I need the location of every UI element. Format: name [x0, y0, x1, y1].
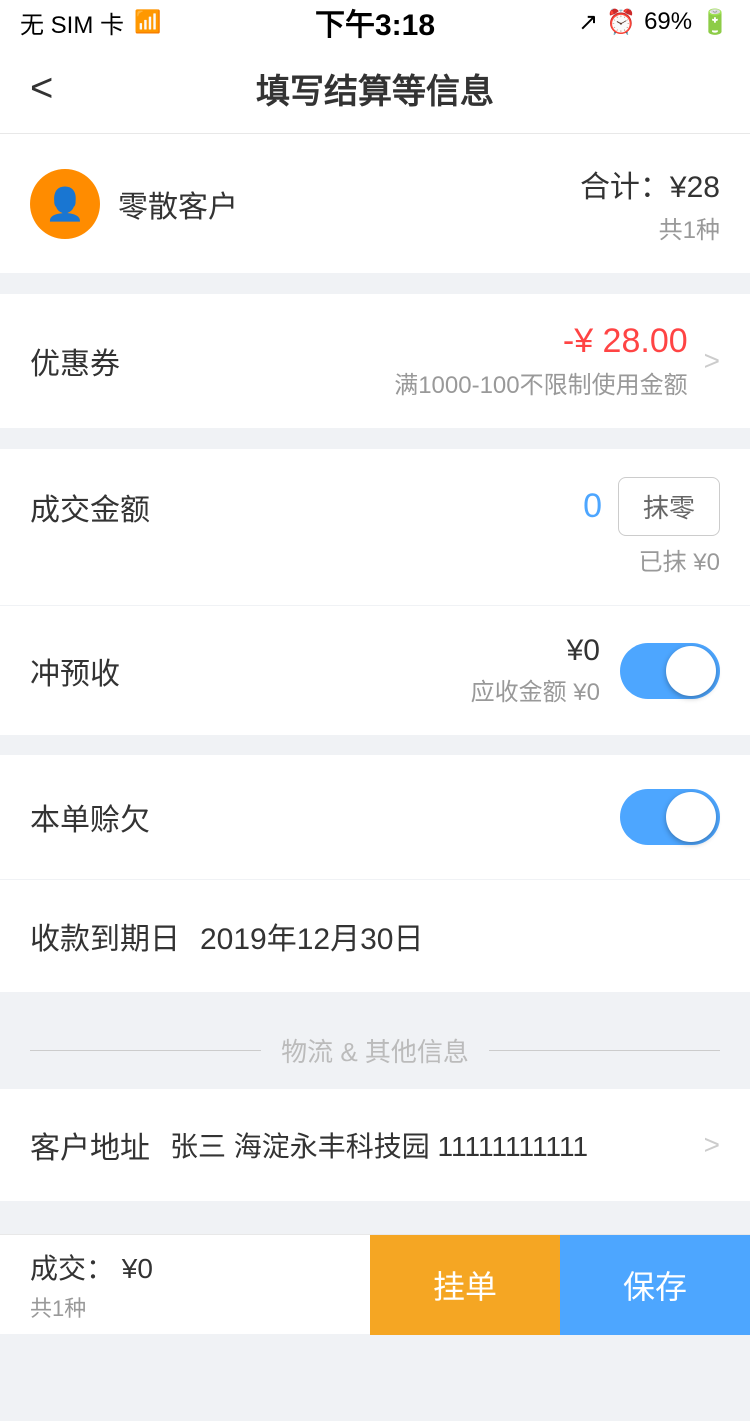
- customer-section: 👤 零散客户 合计：¥28 共1种: [0, 134, 750, 273]
- address-chevron: >: [704, 1129, 720, 1161]
- address-label: 客户地址: [30, 1123, 150, 1167]
- bottom-item-count: 共1种: [30, 1291, 340, 1323]
- wifi-icon: 📶: [134, 9, 161, 35]
- location-icon: ↗: [578, 8, 598, 37]
- prepay-amount: ¥0: [471, 634, 600, 668]
- transaction-value: 0: [583, 487, 602, 526]
- duedate-label: 收款到期日: [30, 914, 180, 958]
- transaction-row: 成交金额 0 抹零 已抹 ¥0: [0, 448, 750, 605]
- gap-1: [0, 273, 750, 293]
- prepay-row: 冲预收 ¥0 应收金额 ¥0: [0, 605, 750, 735]
- gap-3: [0, 735, 750, 755]
- credit-section: 本单赊欠 收款到期日 2019年12月30日: [0, 755, 750, 992]
- avatar-icon: 👤: [45, 185, 85, 223]
- toggle-knob: [666, 646, 716, 696]
- status-time: 下午3:18: [315, 0, 435, 44]
- logistics-label: 物流 & 其他信息: [281, 1032, 469, 1069]
- credit-row: 本单赊欠: [0, 755, 750, 879]
- credit-toggle[interactable]: [620, 789, 720, 845]
- status-right: ↗ ⏰ 69% 🔋: [578, 8, 730, 37]
- coupon-right: -¥ 28.00 满1000-100不限制使用金额 >: [394, 322, 720, 400]
- customer-row: 👤 零散客户 合计：¥28 共1种: [0, 134, 750, 273]
- bottom-summary: 成交： ¥0 共1种: [0, 1247, 370, 1323]
- logistics-divider: 物流 & 其他信息: [0, 1012, 750, 1089]
- duedate-value: 2019年12月30日: [200, 914, 423, 958]
- prepay-toggle[interactable]: [620, 643, 720, 699]
- alarm-icon: ⏰: [606, 8, 636, 37]
- duedate-row: 收款到期日 2019年12月30日: [0, 879, 750, 992]
- gap-2: [0, 428, 750, 448]
- status-bar: 无 SIM 卡 📶 下午3:18 ↗ ⏰ 69% 🔋: [0, 0, 750, 44]
- prepay-right: ¥0 应收金额 ¥0: [471, 634, 720, 707]
- credit-toggle-knob: [666, 792, 716, 842]
- item-count: 共1种: [580, 210, 720, 245]
- save-button[interactable]: 保存: [560, 1235, 750, 1335]
- address-row[interactable]: 客户地址 张三 海淀永丰科技园 11111111111 >: [0, 1089, 750, 1201]
- transaction-top: 成交金额 0 抹零: [30, 477, 720, 536]
- divider-line-right: [489, 1050, 720, 1051]
- total-amount: 合计：¥28: [580, 162, 720, 206]
- coupon-chevron: >: [704, 345, 720, 377]
- address-section: 客户地址 张三 海淀永丰科技园 11111111111 >: [0, 1089, 750, 1201]
- coupon-label: 优惠券: [30, 339, 120, 383]
- avatar: 👤: [30, 169, 100, 239]
- transaction-sub: 已抹 ¥0: [30, 542, 720, 577]
- pending-button[interactable]: 挂单: [370, 1235, 560, 1335]
- page-title: 填写结算等信息: [256, 64, 494, 113]
- prepay-receivable: 应收金额 ¥0: [471, 672, 600, 707]
- divider-line-left: [30, 1050, 261, 1051]
- bottom-transaction-label: 成交：: [30, 1253, 114, 1284]
- battery-label: 69%: [644, 8, 692, 36]
- bottom-transaction-line: 成交： ¥0: [30, 1247, 340, 1287]
- coupon-section: 优惠券 -¥ 28.00 满1000-100不限制使用金额 >: [0, 293, 750, 428]
- prepay-values: ¥0 应收金额 ¥0: [471, 634, 600, 707]
- customer-name: 零散客户: [118, 182, 238, 226]
- customer-left: 👤 零散客户: [30, 169, 238, 239]
- transaction-right: 0 抹零: [583, 477, 720, 536]
- coupon-amount: -¥ 28.00: [394, 322, 687, 361]
- transaction-section: 成交金额 0 抹零 已抹 ¥0 冲预收 ¥0 应收金额 ¥0: [0, 448, 750, 735]
- coupon-row[interactable]: 优惠券 -¥ 28.00 满1000-100不限制使用金额 >: [0, 293, 750, 428]
- customer-right: 合计：¥28 共1种: [580, 162, 720, 245]
- back-button[interactable]: <: [30, 66, 53, 111]
- bottom-transaction-value: ¥0: [122, 1253, 153, 1284]
- gap-4: [0, 992, 750, 1012]
- nav-bar: < 填写结算等信息: [0, 44, 750, 134]
- status-left: 无 SIM 卡 📶: [20, 5, 161, 40]
- bottom-spacer: [0, 1321, 750, 1421]
- battery-icon: 🔋: [700, 8, 730, 37]
- prepay-label: 冲预收: [30, 649, 120, 693]
- prepay-top: 冲预收 ¥0 应收金额 ¥0: [30, 634, 720, 707]
- round-button[interactable]: 抹零: [618, 477, 720, 536]
- coupon-value: -¥ 28.00 满1000-100不限制使用金额: [394, 322, 687, 400]
- coupon-desc: 满1000-100不限制使用金额: [394, 365, 687, 400]
- address-value: 张三 海淀永丰科技园 11111111111: [170, 1125, 704, 1165]
- credit-label: 本单赊欠: [30, 795, 150, 839]
- transaction-label: 成交金额: [30, 485, 150, 529]
- carrier-label: 无 SIM 卡: [20, 5, 124, 40]
- bottom-bar: 成交： ¥0 共1种 挂单 保存: [0, 1234, 750, 1334]
